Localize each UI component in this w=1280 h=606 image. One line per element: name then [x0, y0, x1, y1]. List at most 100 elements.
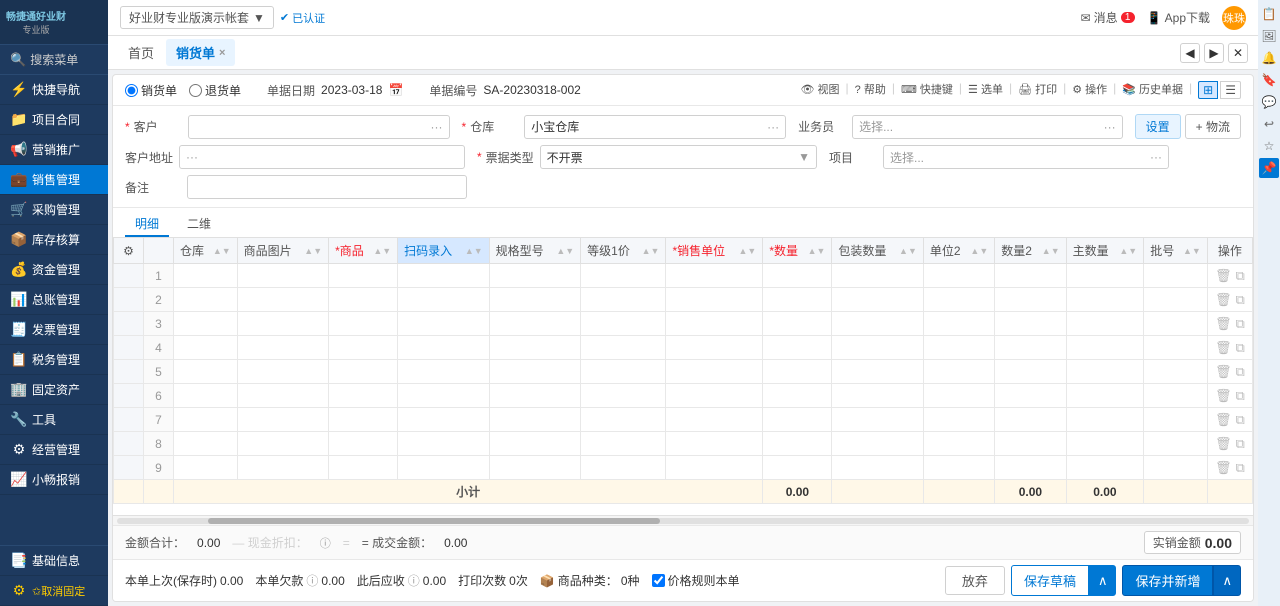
row-delete-btn[interactable]: 🗑: [1215, 340, 1232, 356]
table-cell[interactable]: [1144, 288, 1208, 312]
table-cell[interactable]: [763, 360, 832, 384]
table-cell[interactable]: [489, 312, 580, 336]
row-copy-btn[interactable]: ⧉: [1236, 412, 1245, 428]
debt-icon[interactable]: ⓘ: [306, 572, 318, 589]
table-cell[interactable]: [489, 264, 580, 288]
table-cell[interactable]: [666, 384, 763, 408]
table-cell[interactable]: [995, 384, 1066, 408]
print-btn[interactable]: 🖨 打印: [1018, 81, 1057, 99]
row-copy-btn[interactable]: ⧉: [1236, 340, 1245, 356]
setup-btn[interactable]: 设置: [1135, 114, 1181, 139]
table-cell[interactable]: [763, 456, 832, 480]
logistics-btn[interactable]: + 物流: [1185, 114, 1241, 139]
table-cell[interactable]: [1144, 312, 1208, 336]
row-delete-btn[interactable]: 🗑: [1215, 364, 1232, 380]
table-cell[interactable]: [1066, 456, 1144, 480]
col-quantity-header[interactable]: *数量▲▼: [763, 238, 832, 264]
table-cell[interactable]: [832, 312, 923, 336]
sidebar-item-fixed-assets[interactable]: 🏢 固定资产: [0, 375, 108, 405]
help-btn[interactable]: ? 帮助: [855, 81, 886, 99]
table-cell[interactable]: [832, 432, 923, 456]
right-btn-2[interactable]: 🖼: [1259, 26, 1279, 46]
table-cell[interactable]: [666, 288, 763, 312]
project-lookup-btn[interactable]: ···: [1150, 150, 1162, 164]
select-btn[interactable]: ☰ 选单: [968, 81, 1003, 99]
save-draft-button[interactable]: 保存草稿: [1011, 565, 1089, 596]
table-cell[interactable]: [1066, 336, 1144, 360]
tab-detail[interactable]: 明细: [125, 212, 169, 237]
table-cell[interactable]: [1066, 384, 1144, 408]
table-cell[interactable]: [1144, 264, 1208, 288]
message-action[interactable]: ✉ 消息 1: [1081, 9, 1135, 26]
right-btn-4[interactable]: 🔖: [1259, 70, 1279, 90]
sidebar-item-quick-nav[interactable]: ⚡ 快捷导航: [0, 75, 108, 105]
table-cell[interactable]: [666, 312, 763, 336]
table-cell[interactable]: [1066, 408, 1144, 432]
table-cell[interactable]: [995, 264, 1066, 288]
table-cell[interactable]: [1066, 312, 1144, 336]
table-row[interactable]: 1🗑⧉: [114, 264, 1253, 288]
table-cell[interactable]: [923, 312, 994, 336]
operation-btn[interactable]: ⚙ 操作: [1072, 81, 1107, 99]
table-cell[interactable]: [329, 384, 398, 408]
table-cell[interactable]: [237, 432, 328, 456]
date-value[interactable]: 2023-03-18: [321, 83, 382, 97]
table-cell[interactable]: [489, 336, 580, 360]
table-cell[interactable]: [1066, 360, 1144, 384]
table-cell[interactable]: [398, 384, 489, 408]
table-cell[interactable]: [581, 336, 666, 360]
table-cell[interactable]: [237, 456, 328, 480]
history-btn[interactable]: 📚 历史单据: [1122, 81, 1183, 99]
row-delete-btn[interactable]: 🗑: [1215, 316, 1232, 332]
table-cell[interactable]: [923, 384, 994, 408]
table-cell[interactable]: [832, 456, 923, 480]
customer-address-input[interactable]: ···: [179, 145, 465, 169]
table-cell[interactable]: [174, 312, 238, 336]
col-batch-header[interactable]: 批号▲▼: [1144, 238, 1208, 264]
table-cell[interactable]: [174, 288, 238, 312]
discard-button[interactable]: 放弃: [945, 566, 1005, 595]
row-copy-btn[interactable]: ⧉: [1236, 388, 1245, 404]
customer-lookup-btn[interactable]: ···: [431, 120, 443, 134]
table-cell[interactable]: [398, 432, 489, 456]
row-copy-btn[interactable]: ⧉: [1236, 436, 1245, 452]
calendar-icon[interactable]: 📅: [388, 83, 403, 97]
row-copy-btn[interactable]: ⧉: [1236, 364, 1245, 380]
table-cell[interactable]: [666, 432, 763, 456]
table-cell[interactable]: [832, 264, 923, 288]
right-btn-7[interactable]: ☆: [1259, 136, 1279, 156]
sidebar-item-sales[interactable]: 💼 销售管理: [0, 165, 108, 195]
table-cell[interactable]: [329, 360, 398, 384]
table-cell[interactable]: [923, 264, 994, 288]
view-list-btn[interactable]: ☰: [1220, 81, 1241, 99]
row-copy-btn[interactable]: ⧉: [1236, 292, 1245, 308]
sidebar-item-basic-info[interactable]: 📑 基础信息: [0, 546, 108, 576]
sidebar-item-cancel-fixed[interactable]: ⚙ ✩取消固定: [0, 576, 108, 606]
sidebar-item-purchase[interactable]: 🛒 采购管理: [0, 195, 108, 225]
col-qty2-header[interactable]: 数量2▲▼: [995, 238, 1066, 264]
col-price1-header[interactable]: 等级1价▲▼: [581, 238, 666, 264]
table-cell[interactable]: [174, 408, 238, 432]
table-cell[interactable]: [329, 432, 398, 456]
table-cell[interactable]: [581, 456, 666, 480]
table-cell[interactable]: [237, 336, 328, 360]
view-grid-btn[interactable]: ⊞: [1198, 81, 1218, 99]
sidebar-item-inventory[interactable]: 📦 库存核算: [0, 225, 108, 255]
table-cell[interactable]: [995, 456, 1066, 480]
col-pack-qty-header[interactable]: 包装数量▲▼: [832, 238, 923, 264]
table-cell[interactable]: [174, 336, 238, 360]
price-policy-check-input[interactable]: [652, 574, 665, 587]
save-confirm-button[interactable]: 保存并新增: [1122, 565, 1213, 596]
table-cell[interactable]: [666, 264, 763, 288]
table-cell[interactable]: [666, 336, 763, 360]
table-row[interactable]: 3🗑⧉: [114, 312, 1253, 336]
receivable-icon[interactable]: ⓘ: [408, 572, 420, 589]
table-cell[interactable]: [174, 360, 238, 384]
table-cell[interactable]: [489, 432, 580, 456]
col-main-qty-header[interactable]: 主数量▲▼: [1066, 238, 1144, 264]
user-profile[interactable]: 珠珠: [1222, 6, 1246, 30]
col-barcode-header[interactable]: 扫码录入▲▼: [398, 238, 489, 264]
table-cell[interactable]: [995, 312, 1066, 336]
row-copy-btn[interactable]: ⧉: [1236, 460, 1245, 476]
company-selector[interactable]: 好业财专业版演示帐套 ▼: [120, 6, 274, 29]
